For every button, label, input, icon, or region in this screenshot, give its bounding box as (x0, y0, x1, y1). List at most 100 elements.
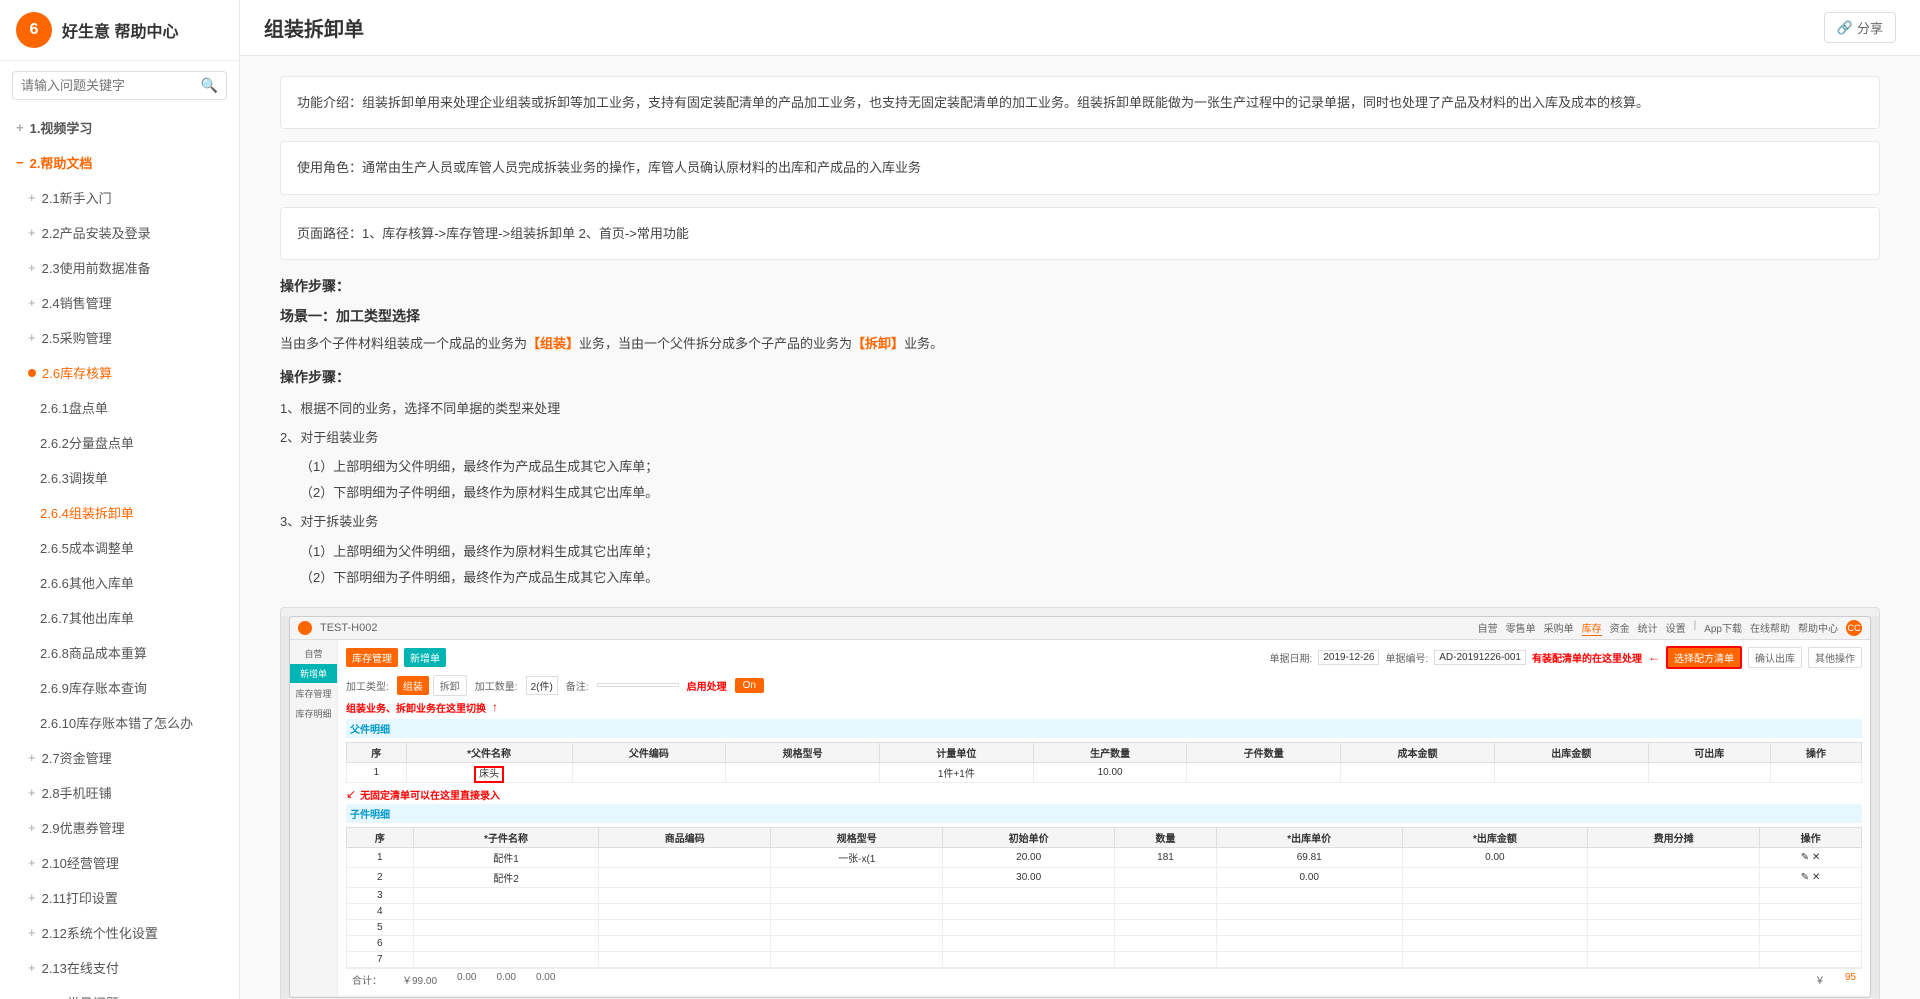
sidebar-item-transfer[interactable]: 2.6.3调拨单 (0, 460, 239, 495)
sim-td: 181 (1115, 847, 1217, 867)
table-row: 1 配件1 一张-x(1 20.00 181 69.81 0.00 (347, 847, 1862, 867)
search-icon: 🔍 (201, 77, 218, 94)
path-text: 页面路径：1、库存核算->库存管理->组装拆卸单 2、首页->常用功能 (297, 226, 689, 241)
summary-val2: 0.00 (457, 972, 476, 987)
sidebar-item-ledger-error[interactable]: 2.6.10库存账本错了怎么办 (0, 705, 239, 740)
topbar: 组装拆卸单 🔗 分享 (240, 0, 1920, 56)
expand-icon: + (28, 260, 36, 275)
sidebar-item-coupon[interactable]: + 2.9优惠券管理 (0, 810, 239, 845)
sim-logo-icon (298, 621, 312, 635)
sim-btn-add[interactable]: 新增单 (404, 648, 446, 667)
sim-td: 4 (347, 903, 414, 919)
sidebar-item-install[interactable]: + 2.2产品安装及登录 (0, 215, 239, 250)
sim-th: 数量 (1115, 827, 1217, 847)
sidebar-item-stocktake[interactable]: 2.6.1盘点单 (0, 390, 239, 425)
annotation-proc-hint: 有装配清单的在这里处理 (1532, 650, 1642, 665)
share-label: 分享 (1857, 18, 1883, 37)
annotation-enabled: 启用处理 (687, 678, 727, 693)
share-icon: 🔗 (1837, 20, 1853, 36)
sim-td (726, 762, 880, 782)
sidebar-item-sales[interactable]: + 2.4销售管理 (0, 285, 239, 320)
sim-field-date: 单据日期: (1270, 650, 1313, 665)
sim-assemble-btn[interactable]: 组装 (397, 676, 429, 695)
search-input[interactable] (21, 78, 201, 93)
sim-subnav: 自营 新增单 库存管理 库存明细 库存管理 新增单 单据日期: (290, 640, 1870, 997)
sim-enable-toggle[interactable]: On (735, 678, 764, 693)
sim-td (599, 951, 771, 967)
sidebar-item-inventory[interactable]: 2.6库存核算 (0, 355, 239, 390)
sim-th: *出库金额 (1402, 827, 1588, 847)
sidebar-item-mobile[interactable]: + 2.8手机旺铺 (0, 775, 239, 810)
expand-icon: + (28, 225, 36, 240)
sim-td (771, 951, 943, 967)
sim-td (1115, 887, 1217, 903)
sim-disassemble-btn[interactable]: 拆卸 (433, 675, 467, 696)
sim-td: 0.00 (1402, 847, 1588, 867)
table-row: 7 (347, 951, 1862, 967)
sidebar-item-docs[interactable]: − 2.帮助文档 (0, 145, 239, 180)
sidebar-item-newbie[interactable]: + 2.1新手入门 (0, 180, 239, 215)
sim-nav-item: 库存 (1582, 620, 1602, 636)
sidebar-item-other-out[interactable]: 2.6.7其他出库单 (0, 600, 239, 635)
sim-sidenav-item: 库存管理 (290, 684, 337, 703)
sim-btn-recipe[interactable]: 选择配方清单 (1666, 646, 1742, 669)
step3-2: （2）下部明细为子件明细，最终作为产成品生成其它入库单。 (280, 565, 1880, 591)
role-text: 使用角色：通常由生产人员或库管人员完成拆装业务的操作，库管人员确认原材料的出库和… (297, 160, 921, 175)
sim-td (1588, 867, 1760, 887)
sim-btn-save[interactable]: 库存管理 (346, 648, 398, 667)
sim-td (1494, 762, 1648, 782)
sim-td (771, 903, 943, 919)
table-row: 2 配件2 30.00 0.00 (347, 867, 1862, 887)
search-bar[interactable]: 🔍 (12, 71, 227, 100)
sidebar-item-ops[interactable]: + 2.10经营管理 (0, 845, 239, 880)
sim-td (771, 867, 943, 887)
sidebar-item-partial-stocktake[interactable]: 2.6.2分量盘点单 (0, 425, 239, 460)
sidebar-item-videos[interactable]: + 1.视频学习 (0, 110, 239, 145)
sim-td (599, 935, 771, 951)
sidebar-item-assembly[interactable]: 2.6.4组装拆卸单 (0, 495, 239, 530)
sidebar-item-faq[interactable]: + 2.14常见问题 (0, 985, 239, 999)
sim-td: 一张-x(1 (771, 847, 943, 867)
nav-label: 2.13在线支付 (42, 958, 119, 977)
sidebar-item-print[interactable]: + 2.11打印设置 (0, 880, 239, 915)
sidebar-item-other-in[interactable]: 2.6.6其他入库单 (0, 565, 239, 600)
sim-qty-value: 2(件) (526, 676, 558, 695)
sim-td (599, 887, 771, 903)
sidebar-item-cost-adjust[interactable]: 2.6.5成本调整单 (0, 530, 239, 565)
nav-label: 2.7资金管理 (42, 748, 112, 767)
sim-nav-item: 在线帮助 (1750, 620, 1790, 636)
sim-td (413, 887, 599, 903)
sim-section-annotation: 组装业务、拆卸业务在这里切换 ↑ (346, 700, 1862, 715)
expand-icon: + (28, 750, 36, 765)
sim-remark-input[interactable] (597, 683, 679, 687)
sidebar-item-personalize[interactable]: + 2.12系统个性化设置 (0, 915, 239, 950)
sidebar-item-ledger-query[interactable]: 2.6.9库存账本查询 (0, 670, 239, 705)
table-row: 6 (347, 935, 1862, 951)
sim-btn-other[interactable]: 其他操作 (1808, 647, 1862, 668)
sim-td (1187, 762, 1341, 782)
sim-td (1216, 935, 1402, 951)
step3: 3、对于拆装业务 (280, 510, 1880, 535)
sim-td (943, 903, 1115, 919)
sim-fields-row: 加工类型: 组装 拆卸 加工数量: 2(件) 备注: (346, 675, 1862, 696)
expand-icon: + (28, 925, 36, 940)
sim-th: 可出库 (1648, 742, 1770, 762)
scene1-desc: 当由多个子件材料组装成一个成品的业务为【组装】业务，当由一个父件拆分成多个子产品… (280, 332, 1880, 357)
sim-td (1648, 762, 1770, 782)
sidebar-item-capital[interactable]: + 2.7资金管理 (0, 740, 239, 775)
sim-td (1760, 935, 1862, 951)
sim-upper-header: 父件明细 (346, 719, 1862, 738)
sim-btn-confirm[interactable]: 确认出库 (1748, 647, 1802, 668)
sim-td (1402, 935, 1588, 951)
sim-date-value: 2019-12-26 (1318, 650, 1379, 665)
sim-td: 0.00 (1216, 867, 1402, 887)
sim-th: *出库单价 (1216, 827, 1402, 847)
share-button[interactable]: 🔗 分享 (1824, 12, 1896, 43)
sidebar-item-payment[interactable]: + 2.13在线支付 (0, 950, 239, 985)
sim-td (943, 887, 1115, 903)
expand-icon: + (28, 820, 36, 835)
sidebar-item-data-prep[interactable]: + 2.3使用前数据准备 (0, 250, 239, 285)
sidebar-item-purchase[interactable]: + 2.5采购管理 (0, 320, 239, 355)
nav-label: 2.帮助文档 (30, 153, 93, 172)
sidebar-item-cost-recompute[interactable]: 2.6.8商品成本重算 (0, 635, 239, 670)
